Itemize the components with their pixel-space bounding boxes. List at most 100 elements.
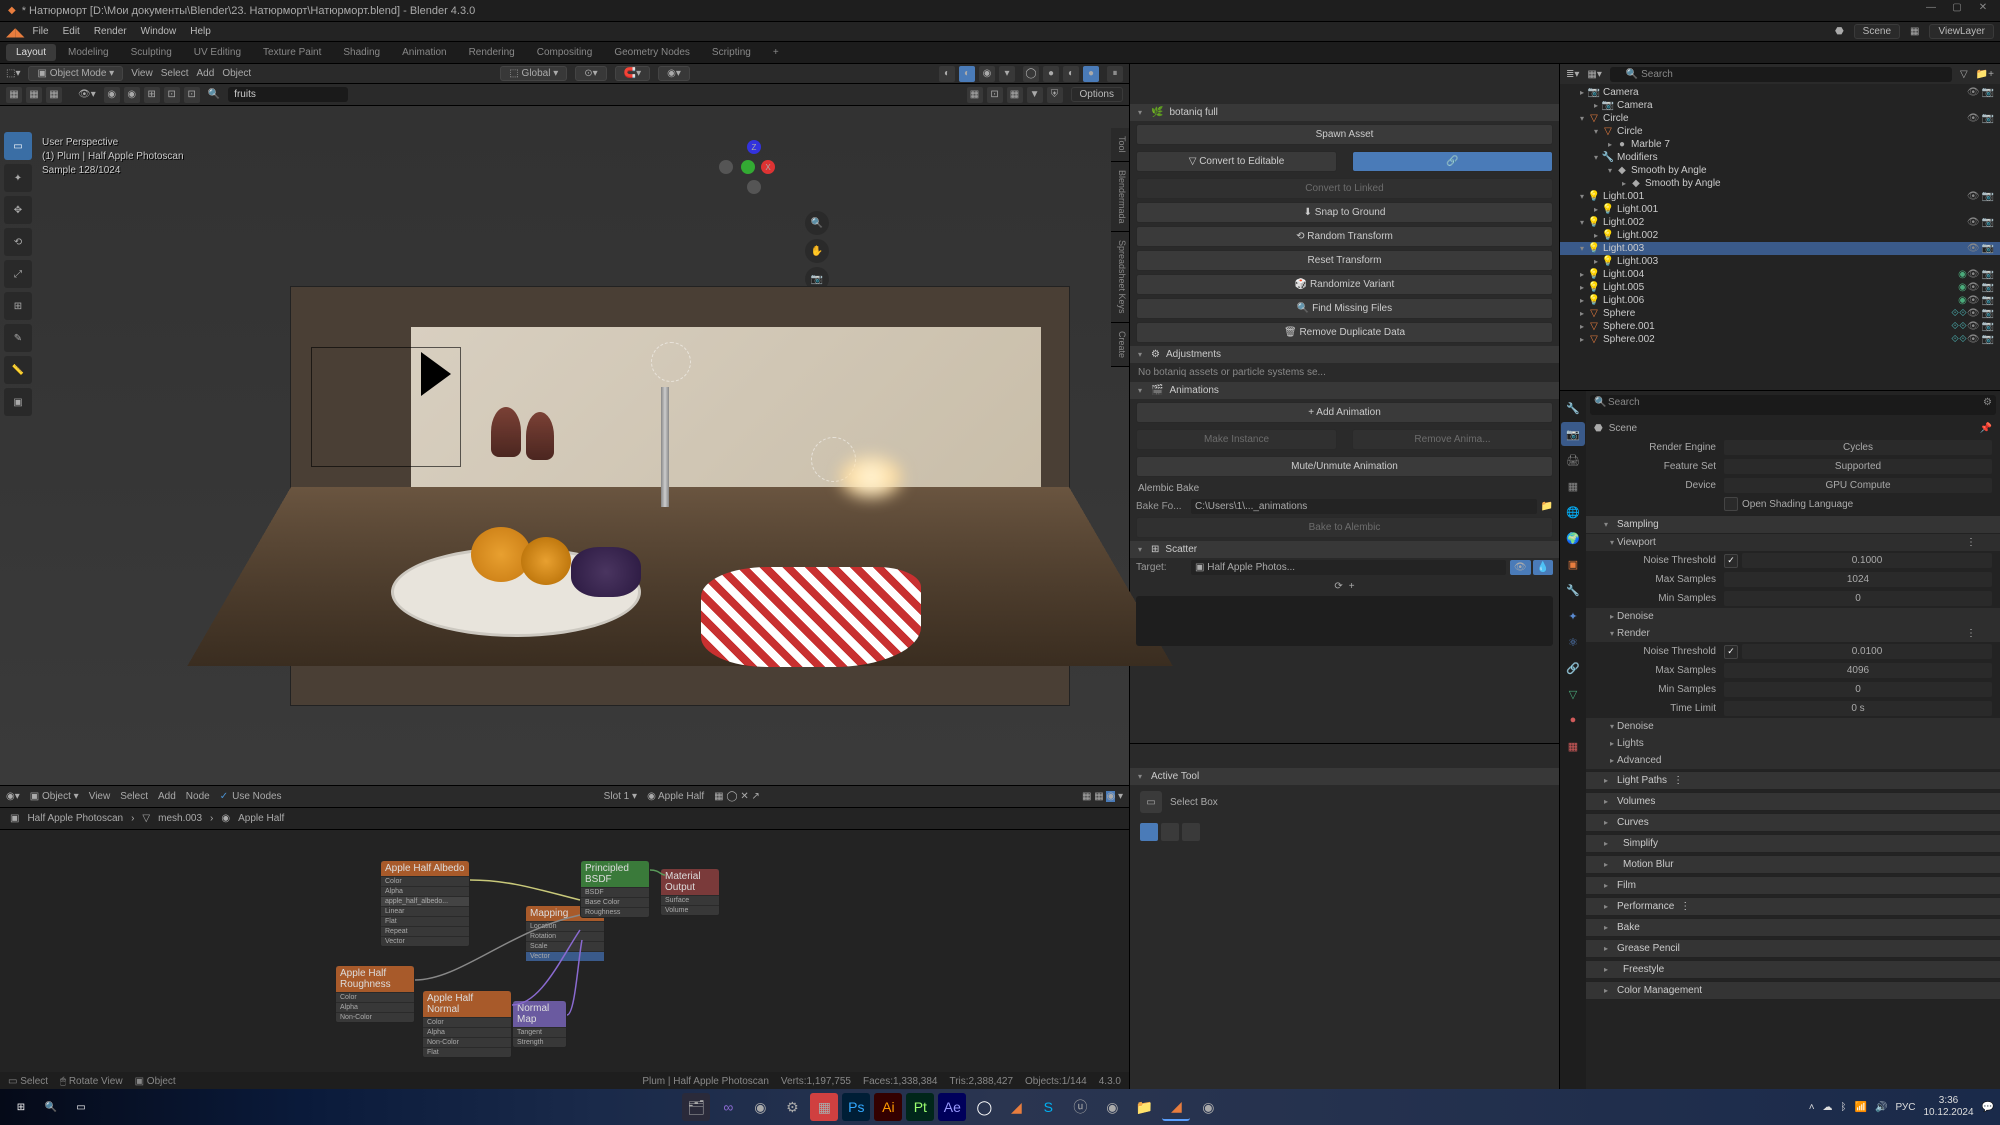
sidetab-create[interactable]: Create bbox=[1111, 323, 1129, 367]
tray-wifi-icon[interactable]: 📶 bbox=[1855, 1102, 1867, 1113]
ws-uvediting[interactable]: UV Editing bbox=[184, 44, 251, 61]
lightpaths-section[interactable]: Light Paths bbox=[1617, 775, 1667, 786]
shade-wire[interactable]: ◯ bbox=[1023, 66, 1039, 82]
pivot-selector[interactable]: ⊙▾ bbox=[575, 66, 606, 81]
viewlayer-selector[interactable]: ViewLayer bbox=[1929, 24, 1994, 39]
outliner-row[interactable]: 💡Light.003 bbox=[1560, 255, 2000, 268]
close-button[interactable]: ✕ bbox=[1974, 2, 1992, 20]
tool-transform[interactable]: ⊞ bbox=[4, 292, 32, 320]
outliner-row[interactable]: ▽Circle👁📷 bbox=[1560, 112, 2000, 125]
ptab-constraint[interactable]: 🔗 bbox=[1561, 656, 1585, 680]
outliner-display-icon[interactable]: ▦▾ bbox=[1587, 69, 1601, 80]
nav-pan-icon[interactable]: ✋ bbox=[805, 239, 829, 263]
tray-up-icon[interactable]: ˄ bbox=[1809, 1102, 1815, 1113]
outliner-row[interactable]: ▽Circle bbox=[1560, 125, 2000, 138]
use-nodes-toggle[interactable]: Use Nodes bbox=[232, 791, 281, 802]
app-blender-active[interactable]: ◢ bbox=[1162, 1093, 1190, 1121]
noise-r-check[interactable] bbox=[1724, 645, 1738, 659]
outliner-row[interactable]: 🔧Modifiers bbox=[1560, 151, 2000, 164]
active-tool-header[interactable]: Active Tool bbox=[1151, 771, 1199, 782]
tray-bt-icon[interactable]: ᛒ bbox=[1841, 1102, 1847, 1113]
tray-cloud-icon[interactable]: ☁ bbox=[1823, 1102, 1833, 1113]
cm-section[interactable]: Color Management bbox=[1617, 985, 1702, 996]
outliner-row[interactable]: ●Marble 7 bbox=[1560, 138, 2000, 151]
se-icon2[interactable]: ▦ bbox=[1094, 791, 1103, 802]
mute-unmute-button[interactable]: Mute/Unmute Animation bbox=[1136, 456, 1553, 477]
sel-mode-3[interactable]: ▦ bbox=[46, 87, 62, 103]
selmode-extend[interactable] bbox=[1161, 823, 1179, 841]
ws-rendering[interactable]: Rendering bbox=[459, 44, 525, 61]
ws-shading[interactable]: Shading bbox=[333, 44, 390, 61]
folder-browse-icon[interactable]: 📁 bbox=[1541, 501, 1553, 512]
ws-geonodes[interactable]: Geometry Nodes bbox=[604, 44, 700, 61]
shading-btn2[interactable]: ◐ bbox=[959, 66, 975, 82]
app-skype[interactable]: S bbox=[1034, 1093, 1062, 1121]
curves-section[interactable]: Curves bbox=[1617, 817, 1649, 828]
osl-checkbox[interactable] bbox=[1724, 497, 1738, 511]
ptab-modifier[interactable]: 🔧 bbox=[1561, 578, 1585, 602]
scatter-add-icon[interactable]: + bbox=[1349, 581, 1355, 592]
render-section[interactable]: Render bbox=[1617, 628, 1650, 639]
app-ai[interactable]: Ai bbox=[874, 1093, 902, 1121]
shading-btn3[interactable]: ◉ bbox=[979, 66, 995, 82]
snap-ground-button[interactable]: ⬇ Snap to Ground bbox=[1136, 202, 1553, 223]
timelimit-field[interactable]: 0 s bbox=[1724, 701, 1992, 716]
scene-crumb[interactable]: Scene bbox=[1609, 423, 1637, 434]
material-selector[interactable]: ◉ Apple Half bbox=[647, 791, 704, 802]
lights-section[interactable]: Lights bbox=[1617, 738, 1644, 749]
props-options-icon[interactable]: ⚙ bbox=[1983, 397, 1992, 408]
maximize-button[interactable]: ▢ bbox=[1948, 2, 1966, 20]
tool-annotate[interactable]: ✎ bbox=[4, 324, 32, 352]
spawn-asset-button[interactable]: Spawn Asset bbox=[1136, 124, 1553, 145]
shade-matprev[interactable]: ◐ bbox=[1063, 66, 1079, 82]
props-search[interactable]: 🔍Search⚙ bbox=[1590, 395, 1996, 415]
shade-solid[interactable]: ● bbox=[1043, 66, 1059, 82]
noise-r-field[interactable]: 0.0100 bbox=[1742, 644, 1992, 659]
ptab-texture[interactable]: ▦ bbox=[1561, 734, 1585, 758]
options-dropdown[interactable]: Options bbox=[1071, 87, 1123, 102]
make-instance-button[interactable]: Make Instance bbox=[1136, 429, 1337, 450]
tray-vol-icon[interactable]: 🔊 bbox=[1875, 1102, 1887, 1113]
mat-btn-group[interactable]: ▦ ◯ ✕ ↗ bbox=[714, 791, 760, 802]
proportional-toggle[interactable]: ◉▾ bbox=[658, 66, 690, 81]
se-menu-select[interactable]: Select bbox=[120, 791, 148, 802]
app-edge[interactable]: ◉ bbox=[1194, 1093, 1222, 1121]
app-3[interactable]: ◉ bbox=[746, 1093, 774, 1121]
random-variant-button[interactable]: 🎲 Randomize Variant bbox=[1136, 274, 1553, 295]
scatter-header[interactable]: Scatter bbox=[1165, 544, 1197, 555]
scatter-refresh-icon[interactable]: ⟳ bbox=[1334, 581, 1342, 592]
device-field[interactable]: GPU Compute bbox=[1724, 478, 1992, 493]
ws-add[interactable]: + bbox=[763, 44, 789, 61]
film-section[interactable]: Film bbox=[1617, 880, 1636, 891]
app-4[interactable]: ⚙ bbox=[778, 1093, 806, 1121]
mblur-section[interactable]: Motion Blur bbox=[1623, 859, 1674, 870]
sel-mode-1[interactable]: ▦ bbox=[6, 87, 22, 103]
slot-selector[interactable]: Slot 1 ▾ bbox=[604, 791, 637, 802]
simplify-section[interactable]: Simplify bbox=[1623, 838, 1658, 849]
outliner-row[interactable]: 📷Camera bbox=[1560, 99, 2000, 112]
snap-toggle[interactable]: 🧲▾ bbox=[615, 66, 650, 81]
preset-icon-2[interactable]: ⋮ bbox=[1966, 628, 1976, 639]
add-animation-button[interactable]: + Add Animation bbox=[1136, 402, 1553, 423]
outliner-row[interactable]: ▽Sphere.001 ⟐⟐👁📷 bbox=[1560, 320, 2000, 333]
shader-type[interactable]: ▣ Object ▾ bbox=[30, 791, 79, 802]
render-engine-field[interactable]: Cycles bbox=[1724, 440, 1992, 455]
bake-alembic-button[interactable]: Bake to Alembic bbox=[1136, 517, 1553, 538]
tray-notif-icon[interactable]: 💬 bbox=[1982, 1102, 1994, 1113]
feature-set-field[interactable]: Supported bbox=[1724, 459, 1992, 474]
viewport-3d[interactable]: ▭ ✦ ✥ ⟲ ⤢ ⊞ ✎ 📏 ▣ User Perspective (1) P… bbox=[0, 106, 1129, 786]
sidetab-spreadsheet[interactable]: Spreadsheet Keys bbox=[1111, 232, 1129, 323]
taskbar-clock[interactable]: 3:36 10.12.2024 bbox=[1923, 1095, 1973, 1119]
scatter-target-field[interactable]: ▣ Half Apple Photos... bbox=[1191, 560, 1506, 575]
tool-addcube[interactable]: ▣ bbox=[4, 388, 32, 416]
app-vs[interactable]: ∞ bbox=[714, 1093, 742, 1121]
app-1[interactable]: 🗂 bbox=[682, 1093, 710, 1121]
axis-x-icon[interactable]: X bbox=[761, 160, 775, 174]
ws-texturepaint[interactable]: Texture Paint bbox=[253, 44, 331, 61]
freestyle-section[interactable]: Freestyle bbox=[1623, 964, 1664, 975]
se-icon3[interactable]: ◉ bbox=[1106, 791, 1115, 802]
nav-zoom-icon[interactable]: 🔍 bbox=[805, 211, 829, 235]
task-view[interactable]: ▭ bbox=[66, 1092, 96, 1122]
ptab-tool[interactable]: 🔧 bbox=[1561, 396, 1585, 420]
outliner-row[interactable]: 💡Light.001 bbox=[1560, 203, 2000, 216]
